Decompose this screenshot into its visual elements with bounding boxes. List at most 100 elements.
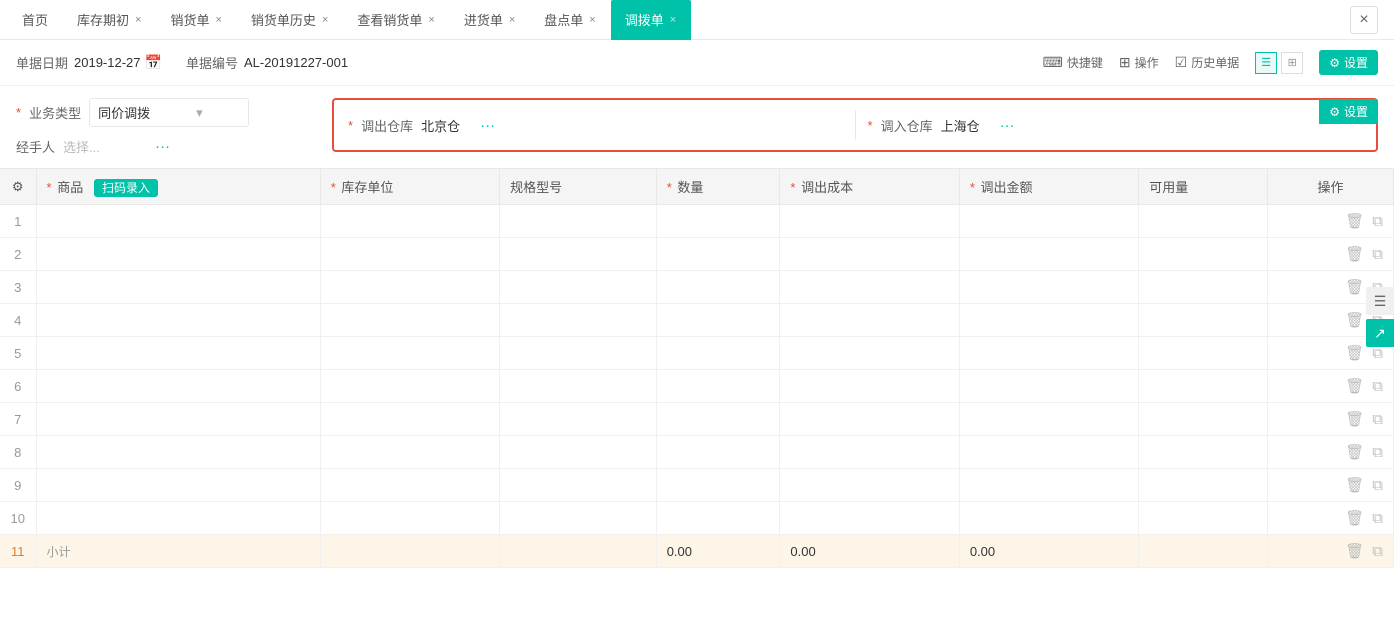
scan-entry-btn[interactable]: 扫码录入 (94, 179, 158, 197)
copy-icon[interactable]: ⧉ (1372, 477, 1383, 494)
operations-button[interactable]: ⊞ 操作 (1119, 54, 1159, 71)
close-tab-stocktake[interactable]: × (589, 14, 595, 26)
cell-qty[interactable] (656, 205, 780, 238)
person-input[interactable]: 选择... (63, 137, 143, 156)
cell-amount[interactable] (959, 205, 1138, 238)
cell-spec[interactable] (500, 238, 657, 271)
cell-spec[interactable] (500, 304, 657, 337)
copy-icon[interactable]: ⧉ (1372, 213, 1383, 230)
business-type-select[interactable]: 同价调拨 ▾ (89, 98, 249, 127)
delete-icon[interactable]: 🗑 (1345, 542, 1364, 560)
history-button[interactable]: ☑ 历史单据 (1175, 54, 1240, 71)
cell-cost[interactable] (780, 370, 959, 403)
cell-product[interactable] (36, 304, 320, 337)
settings-button[interactable]: ⚙ 设置 (1319, 50, 1378, 75)
delete-icon[interactable]: 🗑 (1345, 344, 1364, 362)
copy-icon[interactable]: ⧉ (1372, 246, 1383, 263)
cell-cost[interactable] (780, 337, 959, 370)
cell-available[interactable] (1139, 238, 1268, 271)
cell-product[interactable] (36, 370, 320, 403)
close-tab-sales-order[interactable]: × (215, 14, 221, 26)
side-list-btn[interactable]: ☰ (1366, 287, 1394, 315)
cell-amount[interactable] (959, 436, 1138, 469)
cell-product[interactable] (36, 403, 320, 436)
cell-qty[interactable] (656, 502, 780, 535)
close-tab-sales-history[interactable]: × (322, 14, 328, 26)
delete-icon[interactable]: 🗑 (1345, 278, 1364, 296)
cell-qty[interactable] (656, 238, 780, 271)
cell-qty[interactable] (656, 436, 780, 469)
cell-amount[interactable] (959, 370, 1138, 403)
delete-icon[interactable]: 🗑 (1345, 245, 1364, 263)
cell-available[interactable] (1139, 271, 1268, 304)
cell-available[interactable] (1139, 304, 1268, 337)
delete-icon[interactable]: 🗑 (1345, 476, 1364, 494)
cell-available[interactable] (1139, 370, 1268, 403)
delete-icon[interactable]: 🗑 (1345, 410, 1364, 428)
close-tab-inventory-init[interactable]: × (135, 14, 141, 26)
delete-icon[interactable]: 🗑 (1345, 311, 1364, 329)
cell-product[interactable] (36, 469, 320, 502)
cell-cost[interactable] (780, 304, 959, 337)
cell-cost[interactable] (780, 238, 959, 271)
side-export-btn[interactable]: ↗ (1366, 319, 1394, 347)
cell-available[interactable] (1139, 337, 1268, 370)
cell-available[interactable] (1139, 205, 1268, 238)
warehouse-settings-btn[interactable]: ⚙ 设置 (1319, 99, 1378, 124)
cell-cost[interactable] (780, 469, 959, 502)
cell-available[interactable] (1139, 403, 1268, 436)
cell-amount[interactable] (959, 337, 1138, 370)
tab-sales-order[interactable]: 销货单 × (156, 0, 236, 40)
cell-cost[interactable] (780, 403, 959, 436)
cell-product[interactable] (36, 271, 320, 304)
shortcuts-button[interactable]: ⌨ 快捷键 (1043, 54, 1103, 71)
delete-icon[interactable]: 🗑 (1345, 509, 1364, 527)
cell-product[interactable] (36, 436, 320, 469)
tab-sales-history[interactable]: 销货单历史 × (237, 0, 343, 40)
cell-cost[interactable] (780, 502, 959, 535)
cell-spec[interactable] (500, 436, 657, 469)
calendar-icon[interactable]: 📅 (145, 54, 162, 71)
tab-purchase[interactable]: 进货单 × (450, 0, 530, 40)
cell-unit[interactable] (320, 403, 499, 436)
to-warehouse-more-btn[interactable]: ··· (996, 117, 1019, 134)
delete-icon[interactable]: 🗑 (1345, 212, 1364, 230)
cell-amount[interactable] (959, 304, 1138, 337)
cell-product[interactable] (36, 238, 320, 271)
cell-unit[interactable] (320, 271, 499, 304)
cell-available[interactable] (1139, 469, 1268, 502)
copy-icon[interactable]: ⧉ (1372, 345, 1383, 362)
cell-spec[interactable] (500, 337, 657, 370)
tab-transfer[interactable]: 调拨单 × (611, 0, 691, 40)
tab-home[interactable]: 首页 (8, 0, 63, 40)
cell-spec[interactable] (500, 502, 657, 535)
cell-qty[interactable] (656, 403, 780, 436)
window-close-button[interactable]: × (1350, 6, 1378, 34)
cell-qty[interactable] (656, 337, 780, 370)
delete-icon[interactable]: 🗑 (1345, 377, 1364, 395)
cell-cost[interactable] (780, 271, 959, 304)
cell-unit[interactable] (320, 205, 499, 238)
delete-icon[interactable]: 🗑 (1345, 443, 1364, 461)
cell-spec[interactable] (500, 370, 657, 403)
person-more-btn[interactable]: ··· (151, 138, 174, 155)
cell-unit[interactable] (320, 337, 499, 370)
cell-cost[interactable] (780, 436, 959, 469)
table-container[interactable]: ⚙ * 商品 扫码录入 * 库存单位 规格型 (0, 168, 1394, 634)
cell-qty[interactable] (656, 469, 780, 502)
cell-unit[interactable] (320, 436, 499, 469)
from-warehouse-more-btn[interactable]: ··· (476, 117, 499, 134)
tab-view-sales[interactable]: 查看销货单 × (343, 0, 449, 40)
cell-unit[interactable] (320, 304, 499, 337)
close-tab-purchase[interactable]: × (509, 14, 515, 26)
cell-amount[interactable] (959, 502, 1138, 535)
cell-unit[interactable] (320, 370, 499, 403)
cell-qty[interactable] (656, 271, 780, 304)
list-view-btn[interactable]: ☰ (1255, 52, 1277, 74)
cell-product[interactable] (36, 502, 320, 535)
copy-icon[interactable]: ⧉ (1372, 378, 1383, 395)
cell-cost[interactable] (780, 205, 959, 238)
copy-icon[interactable]: ⧉ (1372, 444, 1383, 461)
cell-amount[interactable] (959, 271, 1138, 304)
cell-amount[interactable] (959, 469, 1138, 502)
